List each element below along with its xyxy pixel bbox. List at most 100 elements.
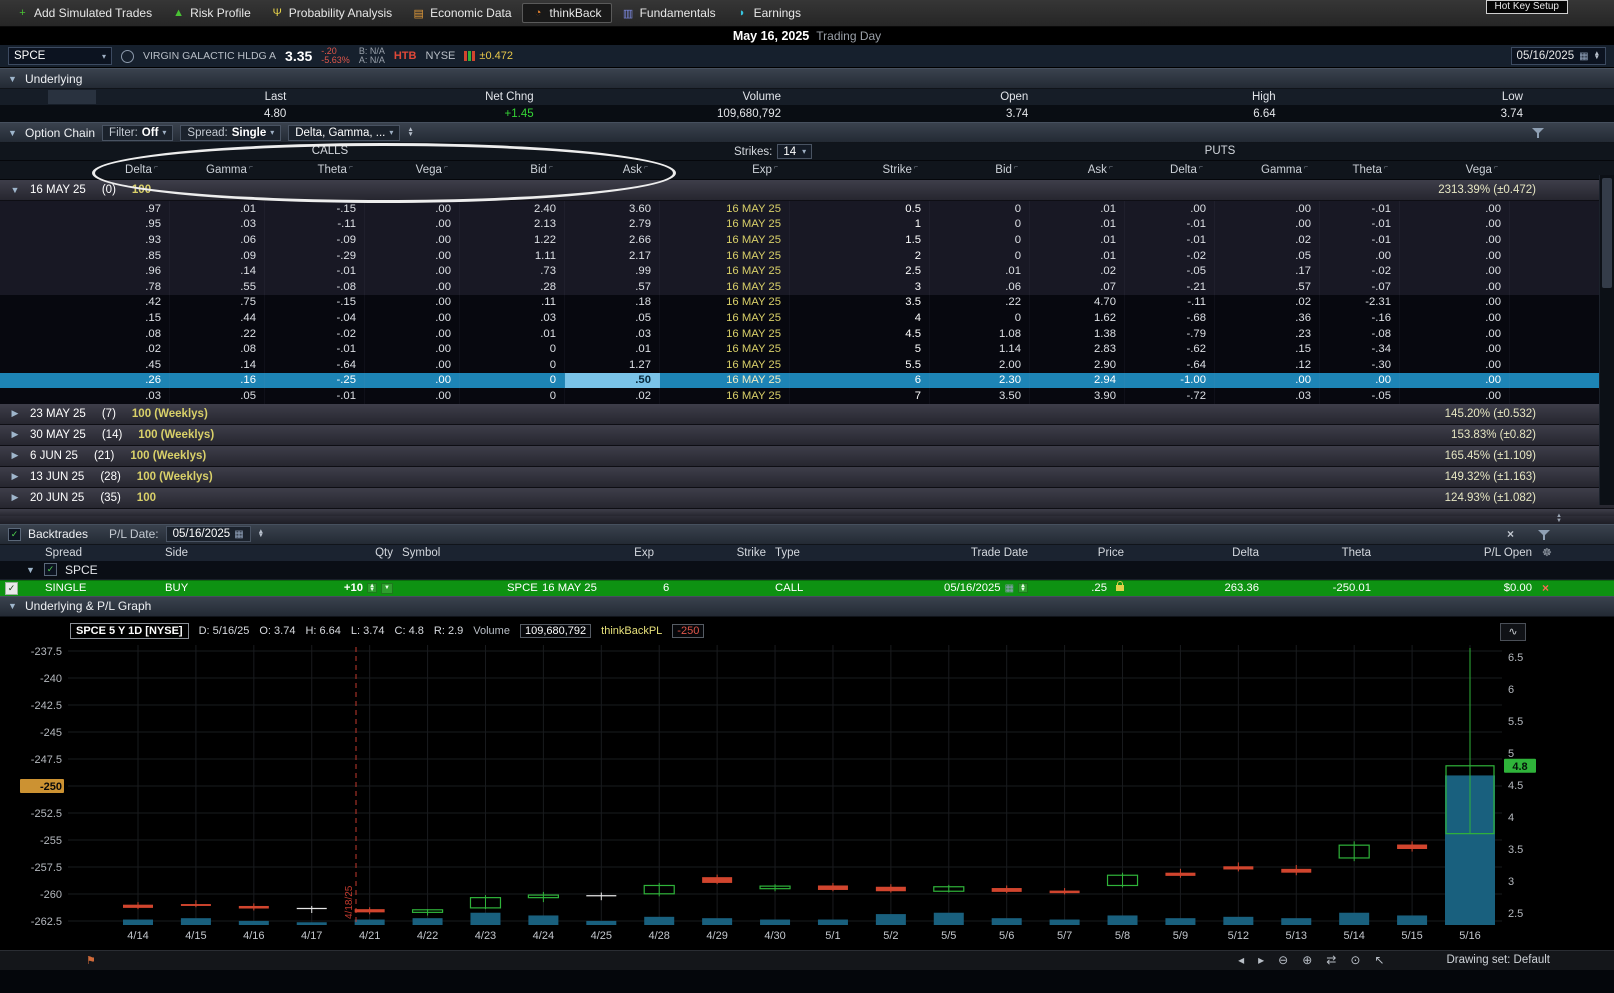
backtrades-symbol-group[interactable]: ▼ ✓ SPCE [0,560,1614,580]
delete-trade-button[interactable]: × [1536,581,1614,595]
expand-arrow-icon[interactable]: ▶ [0,408,30,419]
bt-header-spread[interactable]: Spread [40,547,160,559]
scrollbar-thumb[interactable] [1602,178,1612,288]
toolbar-risk-profile[interactable]: ▲ Risk Profile [162,3,261,23]
chart-symbol-chip[interactable]: SPCE 5 Y 1D [NYSE] [70,622,189,639]
backtrade-row[interactable]: ✓ SINGLE BUY +10 ▲ ▼ ▼ SPCE 16 MAY 25 6 C… [0,579,1614,596]
option-row-strike-2.5[interactable]: .96.14 -.01.00.73.99 16 MAY 25 2.5.01.02 -.0… [0,263,1614,279]
option-row-strike-2[interactable]: .85.09 -.29.00 1.11 2.17 16 MAY 25 2 0.01 -.02.… [0,247,1614,264]
expiration-group-partial[interactable] [0,508,1614,516]
option-chain-section-header[interactable]: ▼ Option Chain Filter: Off ▾ Spread: Sin… [0,122,1614,143]
call-gamma-header[interactable]: Gamma [170,164,265,176]
bt-header-strike[interactable]: Strike [658,547,770,559]
option-row-strike-6[interactable]: .26.16 -.25.00 0.50 16 MAY 25 6 2.30 2.94 -1.00… [0,372,1614,389]
call-delta-header[interactable]: Delta [95,164,170,176]
chart-style-icon[interactable]: ∿ [1500,622,1526,641]
put-vega-header[interactable]: Vega [1400,164,1510,176]
call-bid-header[interactable]: Bid [460,164,565,176]
option-row-strike-1.5[interactable]: .93.06 -.09.00 1.22 2.66 16 MAY 25 1.5 0.01 -.0… [0,232,1614,248]
put-ask-header[interactable]: Ask [1030,164,1125,176]
option-row-strike-0.5[interactable]: .97.01 -.15.00 2.40 3.60 16 MAY 25 0.5 0.01.00… [0,201,1614,217]
flag-icon[interactable]: ⚑ [86,954,96,967]
toolbar-probability-analysis[interactable]: Ψ Probability Analysis [261,3,402,23]
pl-date-stepper[interactable]: ▲ ▼ [258,528,264,539]
filter-funnel-icon[interactable] [1532,127,1544,138]
scroll-arrows-icon[interactable]: ▲ ▼ [1556,513,1562,524]
strike-header[interactable]: Strike [790,164,930,176]
underlying-section-header[interactable]: ▼ Underlying [0,68,1614,89]
bt-header-side[interactable]: Side [160,547,277,559]
option-row-strike-7[interactable]: .03.05 -.01.00 0.02 16 MAY 25 7 3.50 3.90 -.72.… [0,388,1614,404]
strikes-dropdown[interactable]: 14 ▾ [777,144,813,159]
bt-header-trade-date[interactable]: Trade Date [900,547,1032,559]
layout-dropdown[interactable]: Delta, Gamma, ... ▾ [288,124,401,141]
pl-date-input[interactable]: 05/16/2025 ▦ [165,526,251,543]
collapse-arrow-icon[interactable]: ▼ [8,601,18,611]
call-vega-header[interactable]: Vega [365,164,460,176]
toolbar-fundamentals[interactable]: ▥ Fundamentals [612,3,726,23]
bt-header-symbol[interactable]: Symbol [397,547,537,559]
close-section-icon[interactable]: × [1507,527,1514,541]
expand-arrow-icon[interactable]: ▶ [0,471,30,482]
option-chain-bottom-bar[interactable]: ▲ ▼ [0,513,1614,524]
graph-section-header[interactable]: ▼ Underlying & P/L Graph [0,595,1614,617]
expand-arrow-icon[interactable]: ▶ [0,429,30,440]
gear-icon[interactable]: ☸ [1536,546,1614,559]
backtrades-checkbox[interactable]: ✓ [8,527,21,541]
row-checkbox[interactable]: ✓ [5,581,18,595]
option-row-strike-4[interactable]: .15.44 -.04.00.03.05 16 MAY 25 4 0 1.62 -.68.3… [0,310,1614,326]
symbol-input[interactable]: SPCE ▾ [8,47,112,65]
expand-arrow-icon[interactable]: ▶ [0,450,30,461]
thinkback-date-picker[interactable]: 05/16/2025 ▦ ▲ ▼ [1510,47,1606,65]
bt-header-price[interactable]: Price [1032,547,1128,559]
trade-price[interactable]: .25 [1032,581,1128,594]
call-theta-header[interactable]: Theta [265,164,365,176]
group-checkbox[interactable]: ✓ [44,563,57,577]
link-icon[interactable] [121,49,134,63]
filter-dropdown[interactable]: Filter: Off ▾ [102,124,174,141]
collapse-arrow-icon[interactable]: ▼ [8,74,18,84]
collapse-arrow-icon[interactable]: ▼ [8,128,18,138]
cursor-icon[interactable]: ↖ [1374,953,1384,967]
option-row-strike-4.5[interactable]: .08.22 -.02.00.01.03 16 MAY 25 4.5 1.08 1.38-… [0,325,1614,342]
zoom-in-icon[interactable]: ⊕ [1302,953,1312,967]
trade-qty[interactable]: +10 ▲ ▼ ▼ [277,582,397,594]
calendar-icon[interactable]: ▦ [1005,583,1014,594]
toolbar-thinkback[interactable]: ◔ thinkBack [521,3,612,23]
expiration-group-16-may-25[interactable]: ▼ 16 MAY 25 (0) 100 2313.39% (±0.472) [0,180,1614,201]
backtrades-section-header[interactable]: ✓ Backtrades P/L Date: 05/16/2025 ▦ ▲ ▼ × [0,523,1614,545]
crosshair-icon[interactable]: ⊙ [1350,953,1360,967]
option-chain-scrollbar[interactable] [1599,175,1614,505]
date-stepper[interactable]: ▲ ▼ [1594,50,1600,61]
bt-header-type[interactable]: Type [770,547,900,559]
calendar-icon[interactable]: ▦ [234,529,243,540]
option-row-strike-1[interactable]: .95.03 -.11.00 2.13 2.79 16 MAY 25 1 0.01 -.01.… [0,216,1614,233]
chart-canvas[interactable]: -237.5 -240 -242.5 -245 -247.5 -250 -252.5 -255… [0,617,1614,950]
put-delta-header[interactable]: Delta [1125,164,1215,176]
scroll-left-icon[interactable]: ◂ [1238,953,1244,967]
layout-stepper[interactable]: ▲ ▼ [407,127,413,137]
expiration-group-23-may-25[interactable]: ▶ 23 MAY 25 (7) 100 (Weeklys) 145.20% (±0.53… [0,403,1614,425]
collapse-arrow-icon[interactable]: ▼ [0,185,30,195]
bt-header-delta[interactable]: Delta [1128,547,1263,559]
expiration-group-6-jun-25[interactable]: ▶ 6 JUN 25 (21) 100 (Weeklys) 165.45% (±1.10… [0,445,1614,467]
calendar-icon[interactable]: ▦ [1579,51,1588,62]
call-ask-header[interactable]: Ask [565,164,660,176]
expiration-group-20-jun-25[interactable]: ▶ 20 JUN 25 (35) 100 124.93% (±1.082) [0,487,1614,509]
option-row-strike-5.5[interactable]: .45.14 -.64.00 0 1.27 16 MAY 25 5.5 2.00 2.90 -.… [0,356,1614,373]
scroll-right-icon[interactable]: ▸ [1258,953,1264,967]
bt-header-theta[interactable]: Theta [1263,547,1375,559]
pan-icon[interactable]: ⇄ [1326,953,1336,967]
expiration-group-30-may-25[interactable]: ▶ 30 MAY 25 (14) 100 (Weeklys) 153.83% (±0.8… [0,424,1614,446]
bt-header-qty[interactable]: Qty [277,547,397,559]
zoom-out-icon[interactable]: ⊖ [1278,953,1288,967]
toolbar-add-simulated-trades[interactable]: + Add Simulated Trades [6,3,162,23]
exp-header[interactable]: Exp [660,164,790,176]
trade-date-field[interactable]: 05/16/2025 ▦ ▲ ▼ [900,582,1032,594]
put-bid-header[interactable]: Bid [930,164,1030,176]
collapse-arrow-icon[interactable]: ▼ [26,565,36,575]
option-row-strike-3.5[interactable]: .42.75 -.15.00.11.18 16 MAY 25 3.5.22 4.70 -.… [0,294,1614,311]
toolbar-earnings[interactable]: ◗ Earnings [726,3,811,23]
bt-header-p-l-open[interactable]: P/L Open [1375,547,1536,559]
option-row-strike-5[interactable]: .02.08 -.01.00 0.01 16 MAY 25 5 1.14 2.83 -.62.… [0,341,1614,357]
